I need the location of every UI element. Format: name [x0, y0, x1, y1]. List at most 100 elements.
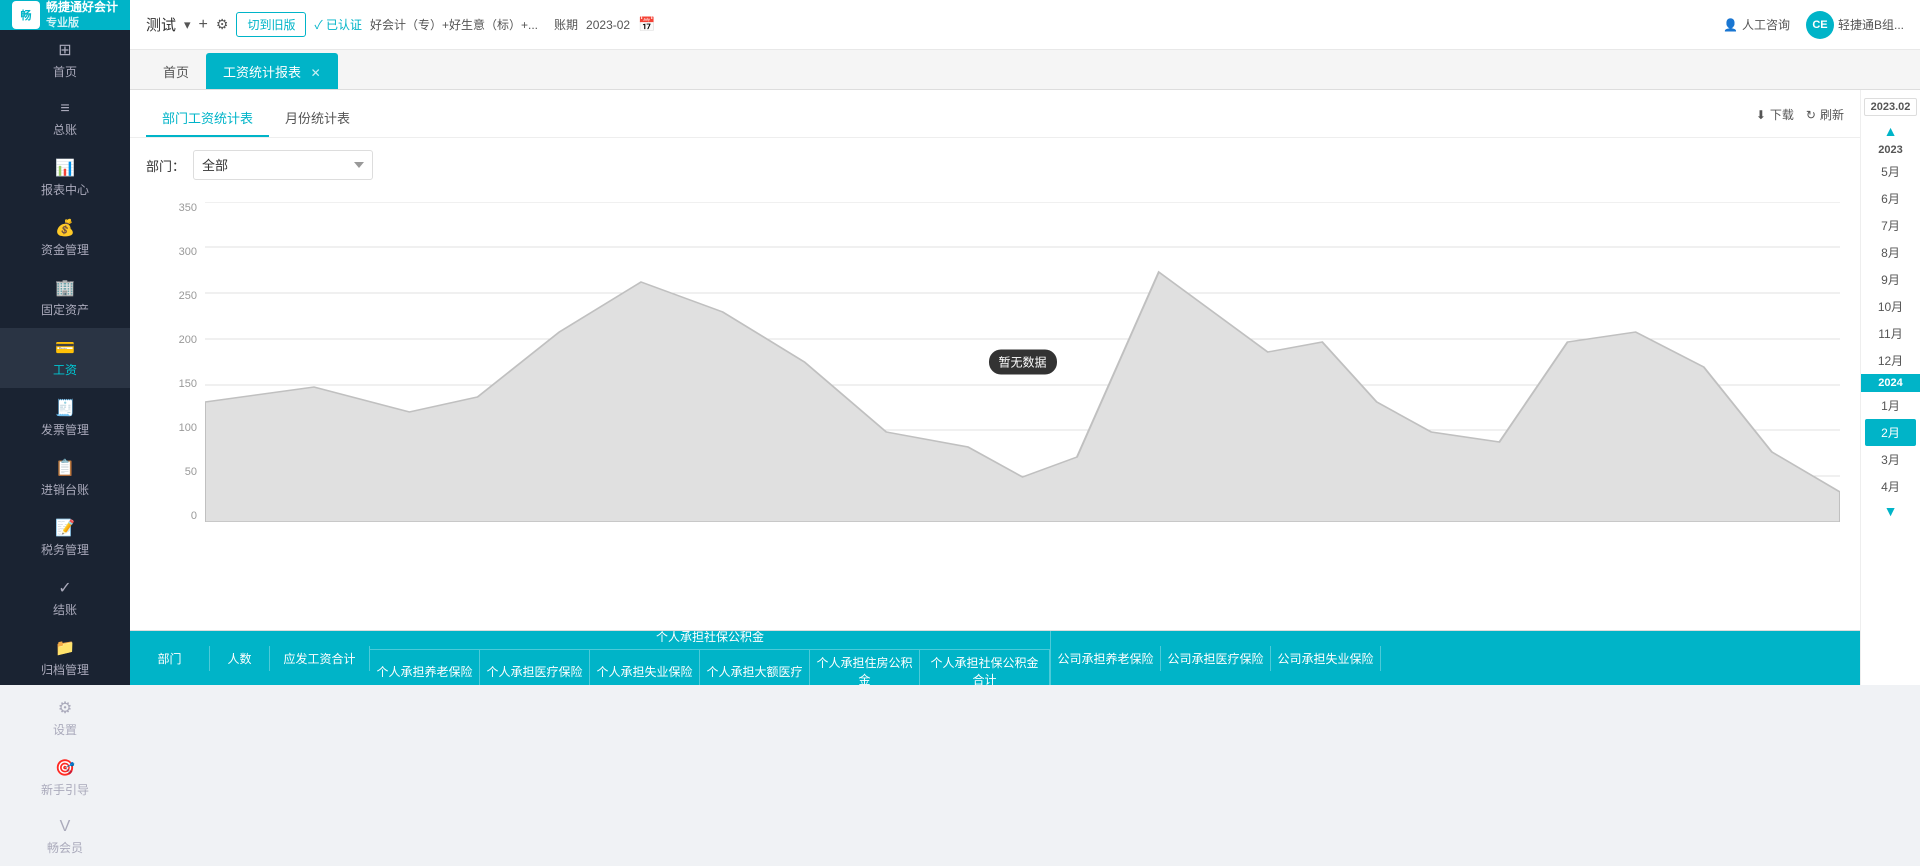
asset-icon: 🏢 [55, 278, 75, 298]
content-left: 部门工资统计表 月份统计表 ⬇ 下载 ↻ 刷新 [130, 90, 1860, 685]
ledger-icon: ≡ [60, 100, 69, 118]
sidebar-item-label: 结账 [53, 601, 77, 618]
invoice-icon: 🧾 [55, 398, 75, 418]
sidebar-item-fund[interactable]: 💰 资金管理 [0, 208, 130, 268]
col-personal-old: 个人承担养老保险 [370, 650, 480, 685]
dept-select[interactable]: 全部 财务部 销售部 人事部 技术部 [193, 150, 373, 180]
sidebar-item-asset[interactable]: 🏢 固定资产 [0, 268, 130, 328]
sidebar-item-settings[interactable]: ⚙ 设置 [0, 688, 130, 748]
topbar: 测试 ▾ + ⚙ 切到旧版 ✓ 已认证 好会计（专）+好生意（标）+... 账期… [130, 0, 1920, 50]
col-dept: 部门 [130, 646, 210, 671]
tab-salary-report[interactable]: 工资统计报表 ✕ [206, 53, 338, 89]
calendar-icon[interactable]: 📅 [638, 16, 655, 33]
sub-tab-month[interactable]: 月份统计表 [269, 100, 366, 137]
y-label: 50 [170, 466, 197, 478]
sidebar-item-label: 畅会员 [47, 839, 83, 856]
month-2023-9[interactable]: 9月 [1861, 266, 1920, 293]
sidebar-item-archive[interactable]: 📁 归档管理 [0, 628, 130, 688]
chart-svg-wrapper: 暂无数据 [205, 202, 1840, 522]
sidebar-item-close[interactable]: ✓ 结账 [0, 568, 130, 628]
sidebar-item-invoice[interactable]: 🧾 发票管理 [0, 388, 130, 448]
topbar-right: 👤 人工咨询 CE 轻捷通B组... [1723, 11, 1904, 39]
month-2023-5[interactable]: 5月 [1861, 158, 1920, 185]
sub-tabs-actions: ⬇ 下载 ↻ 刷新 [1756, 106, 1844, 131]
col-company-old: 公司承担养老保险 [1051, 646, 1161, 671]
switch-old-version-button[interactable]: 切到旧版 [236, 12, 306, 37]
month-2024-2[interactable]: 2月 [1865, 419, 1916, 446]
tax-icon: 📝 [55, 518, 75, 538]
col-group-personal-insurance: 个人承担社保公积金 个人承担养老保险 个人承担医疗保险 个人承担失业保险 个人承… [370, 630, 1051, 685]
topbar-settings-icon[interactable]: ⚙ [216, 16, 229, 33]
filter-bar: 部门： 全部 财务部 销售部 人事部 技术部 [130, 138, 1860, 192]
sidebar-item-home[interactable]: ⊞ 首页 [0, 30, 130, 90]
month-2023-10[interactable]: 10月 [1861, 293, 1920, 320]
year-2023-label: 2023 [1878, 142, 1902, 158]
tab-close-icon[interactable]: ✕ [311, 66, 321, 80]
sub-tab-dept[interactable]: 部门工资统计表 [146, 100, 269, 137]
consult-button[interactable]: 👤 人工咨询 [1723, 16, 1790, 33]
content-wrapper: 部门工资统计表 月份统计表 ⬇ 下载 ↻ 刷新 [130, 90, 1920, 685]
report-icon: 📊 [55, 158, 75, 178]
sidebar-logo: 畅 畅捷通好会计 专业版 [0, 0, 130, 30]
fund-icon: 💰 [55, 218, 75, 238]
download-button[interactable]: ⬇ 下载 [1756, 106, 1794, 123]
user-avatar-area[interactable]: CE 轻捷通B组... [1806, 11, 1904, 39]
y-label: 100 [170, 422, 197, 434]
download-icon: ⬇ [1756, 108, 1766, 122]
app-logo-icon: 畅 [12, 1, 40, 29]
month-2023-12[interactable]: 12月 [1861, 347, 1920, 374]
sidebar-item-label: 首页 [53, 63, 77, 80]
add-button[interactable]: + [199, 16, 208, 34]
sidebar-item-trade[interactable]: 📋 进销台账 [0, 448, 130, 508]
sidebar-item-member[interactable]: V 畅会员 [0, 808, 130, 866]
refresh-button[interactable]: ↻ 刷新 [1806, 106, 1844, 123]
col-group-personal-cols: 个人承担养老保险 个人承担医疗保险 个人承担失业保险 个人承担大额医疗 个人承担… [370, 650, 1050, 685]
sidebar-item-salary[interactable]: 💳 工资 [0, 328, 130, 388]
tab-home[interactable]: 首页 [146, 53, 206, 89]
company-dropdown[interactable]: ▾ [184, 17, 191, 33]
refresh-icon: ↻ [1806, 108, 1816, 122]
consult-icon: 👤 [1723, 18, 1738, 32]
settings-icon: ⚙ [58, 698, 72, 718]
month-2023-8[interactable]: 8月 [1861, 239, 1920, 266]
sidebar-item-guide[interactable]: 🎯 新手引导 [0, 748, 130, 808]
sidebar-item-label: 进销台账 [41, 481, 89, 498]
col-personal-big-med: 个人承担大额医疗 [700, 650, 810, 685]
archive-icon: 📁 [55, 638, 75, 658]
prev-year-nav[interactable]: ▲ [1884, 120, 1898, 142]
period-display: 2023.02 [1864, 98, 1918, 116]
col-personal-unemp: 个人承担失业保险 [590, 650, 700, 685]
sidebar-item-tax[interactable]: 📝 税务管理 [0, 508, 130, 568]
month-2023-7[interactable]: 7月 [1861, 212, 1920, 239]
month-2023-11[interactable]: 11月 [1861, 320, 1920, 347]
sidebar-item-ledger[interactable]: ≡ 总账 [0, 90, 130, 148]
month-2023-6[interactable]: 6月 [1861, 185, 1920, 212]
sidebar-item-report[interactable]: 📊 报表中心 [0, 148, 130, 208]
certified-tag: ✓ 已认证 [314, 16, 362, 33]
col-headcount: 人数 [210, 646, 270, 671]
guide-icon: 🎯 [55, 758, 75, 778]
dept-label: 部门： [146, 156, 185, 175]
month-2024-1[interactable]: 1月 [1861, 392, 1920, 419]
period-label: 账期 [554, 16, 578, 33]
sidebar-item-label: 归档管理 [41, 661, 89, 678]
sub-tabs-bar: 部门工资统计表 月份统计表 ⬇ 下载 ↻ 刷新 [130, 90, 1860, 138]
y-label: 200 [170, 334, 197, 346]
month-2024-3[interactable]: 3月 [1861, 446, 1920, 473]
trade-icon: 📋 [55, 458, 75, 478]
sidebar-item-label: 总账 [53, 121, 77, 138]
y-label: 0 [170, 510, 197, 522]
company-name: 测试 [146, 14, 176, 35]
month-2024-4[interactable]: 4月 [1861, 473, 1920, 500]
chart-area: 350 300 250 200 150 100 50 0 [130, 192, 1860, 630]
sidebar-item-label: 工资 [53, 361, 77, 378]
close-acct-icon: ✓ [58, 578, 71, 598]
col-personal-housing: 个人承担住房公积金 [810, 650, 920, 685]
dropdown-arrow-icon: ▾ [184, 17, 191, 33]
home-icon: ⊞ [58, 40, 71, 60]
sidebar-item-label: 发票管理 [41, 421, 89, 438]
y-axis: 350 300 250 200 150 100 50 0 [170, 202, 205, 522]
col-total-salary: 应发工资合计 [270, 646, 370, 671]
next-year-nav[interactable]: ▼ [1884, 500, 1898, 522]
table-bottom-header: 部门 人数 应发工资合计 个人承担社保公积金 个人承担养老保险 个人承担医疗保险… [130, 630, 1860, 685]
